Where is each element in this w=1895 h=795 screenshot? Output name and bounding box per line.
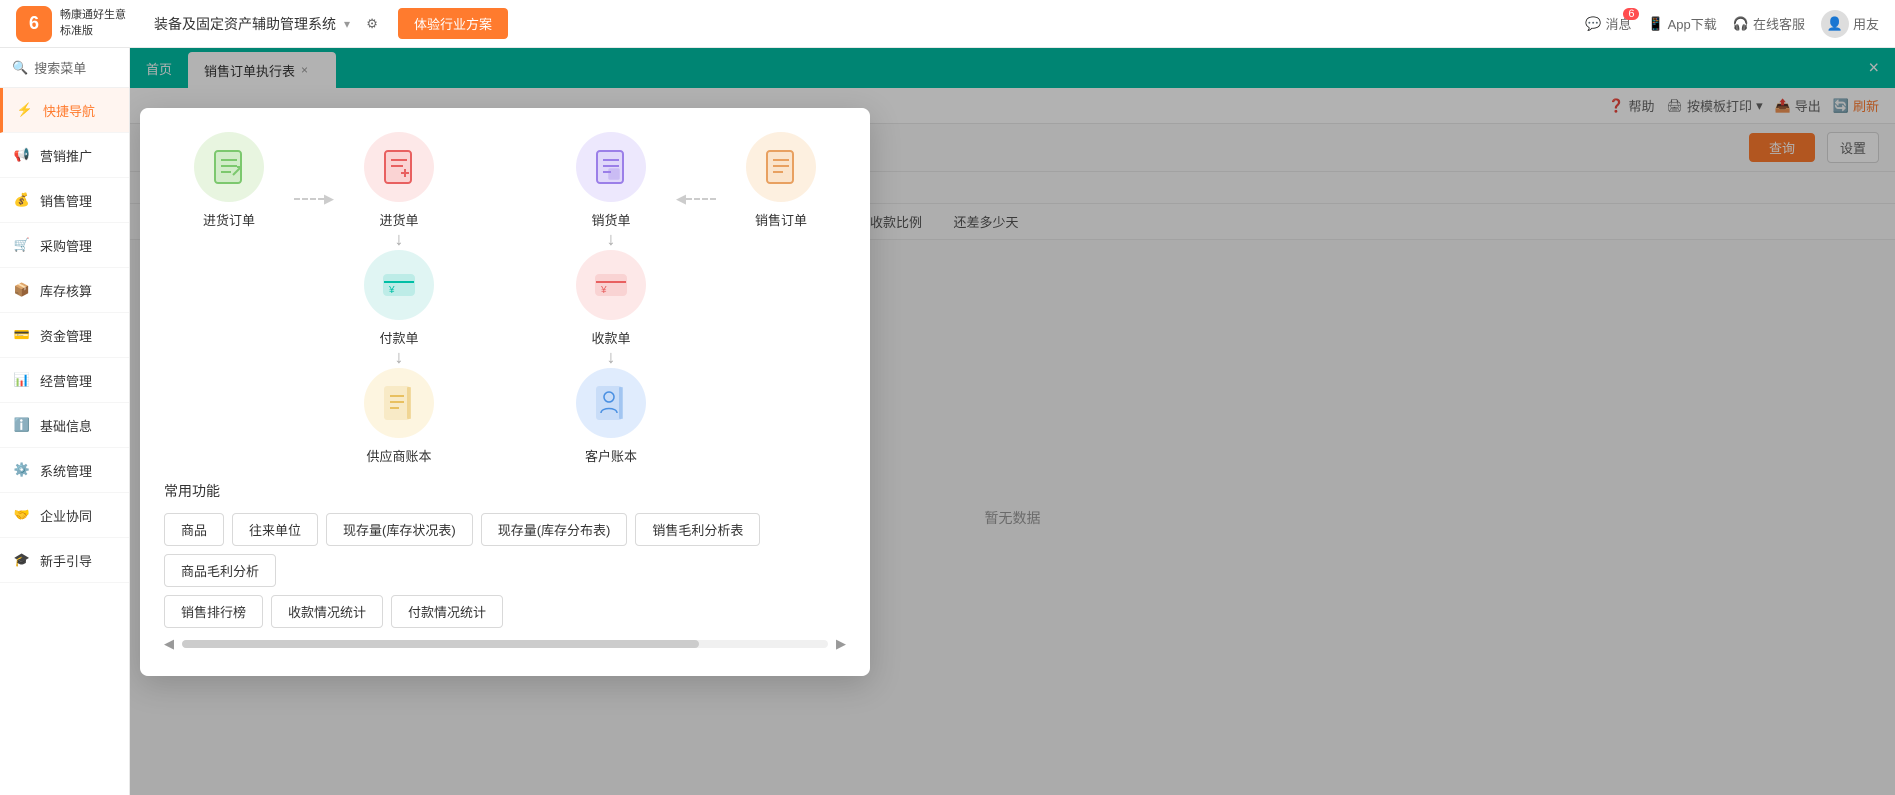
download-icon: 📱 [1647, 16, 1663, 32]
logo-icon: 6 [16, 6, 52, 42]
sidebar-item-sales[interactable]: 💰 销售管理 [0, 178, 129, 223]
flow-down-arrows-2: ↓ ↓ [164, 347, 846, 368]
dropdown-arrow-icon[interactable]: ▾ [344, 17, 350, 31]
app-download-btn[interactable]: 📱 App下载 [1647, 14, 1716, 33]
flow-payment[interactable]: ¥ 付款单 [334, 250, 464, 347]
common-btn-receipt-stats[interactable]: 收款情况统计 [271, 595, 383, 628]
settings-icon[interactable]: ⚙ [358, 10, 386, 38]
common-btn-counterpart[interactable]: 往来单位 [232, 513, 318, 546]
flow-row-1: 进货订单 ▶ 进货单 [164, 132, 846, 229]
svg-text:¥: ¥ [388, 285, 395, 296]
management-icon: 📊 [12, 370, 32, 390]
sales-order-icon [746, 132, 816, 202]
sales-bill-icon [576, 132, 646, 202]
sidebar-item-system[interactable]: ⚙️ 系统管理 [0, 448, 129, 493]
sidebar-item-finance[interactable]: 💳 资金管理 [0, 313, 129, 358]
sidebar-item-purchase[interactable]: 🛒 采购管理 [0, 223, 129, 268]
flow-down-arrows: ↓ ↓ [164, 229, 846, 250]
scroll-left-icon[interactable]: ◀ [164, 636, 174, 652]
common-btn-product[interactable]: 商品 [164, 513, 224, 546]
receipt-icon: ¥ [576, 250, 646, 320]
experience-btn[interactable]: 体验行业方案 [398, 8, 508, 39]
sidebar-item-management[interactable]: 📊 经营管理 [0, 358, 129, 403]
common-btn-stock-dist[interactable]: 现存量(库存分布表) [481, 513, 628, 546]
flow-supplier-ledger[interactable]: 供应商账本 [334, 368, 464, 465]
message-btn[interactable]: 💬 消息 6 [1585, 14, 1631, 33]
system-icon: ⚙️ [12, 460, 32, 480]
common-btn-sales-ranking[interactable]: 销售排行榜 [164, 595, 263, 628]
flow-sales-order[interactable]: 销售订单 [716, 132, 846, 229]
user-area[interactable]: 👤 用友 [1821, 10, 1879, 38]
common-btn-stock-status[interactable]: 现存量(库存状况表) [326, 513, 473, 546]
quick-nav-icon: ⚡ [15, 100, 35, 120]
dialog-scroll-row: ◀ ▶ [164, 636, 846, 652]
common-functions-section: 常用功能 商品 往来单位 现存量(库存状况表) 现存量(库存分布表) 销售毛利分… [164, 481, 846, 628]
sidebar-item-collab[interactable]: 🤝 企业协同 [0, 493, 129, 538]
flow-row-3: 供应商账本 客户账本 [164, 368, 846, 465]
sidebar-item-marketing[interactable]: 📢 营销推广 [0, 133, 129, 178]
app-container: 6 畅康通好生意 标准版 装备及固定资产辅助管理系统 ▾ ⚙ 体验行业方案 💬 … [0, 0, 1895, 795]
top-right: 💬 消息 6 📱 App下载 🎧 在线客服 👤 用友 [1585, 10, 1879, 38]
flow-row-2: ¥ 付款单 ¥ 收款单 [164, 250, 846, 347]
purchase-icon: 🛒 [12, 235, 32, 255]
search-menu[interactable]: 🔍 搜索菜单 [0, 48, 129, 88]
purchase-order-icon [194, 132, 264, 202]
common-btn-payment-stats[interactable]: 付款情况统计 [391, 595, 503, 628]
top-bar: 6 畅康通好生意 标准版 装备及固定资产辅助管理系统 ▾ ⚙ 体验行业方案 💬 … [0, 0, 1895, 48]
common-buttons-row2: 销售排行榜 收款情况统计 付款情况统计 [164, 595, 846, 628]
newbie-icon: 🎓 [12, 550, 32, 570]
avatar: 👤 [1821, 10, 1849, 38]
message-icon: 💬 [1585, 16, 1601, 32]
purchase-bill-icon [364, 132, 434, 202]
svg-text:¥: ¥ [600, 285, 607, 296]
sidebar-item-inventory[interactable]: 📦 库存核算 [0, 268, 129, 313]
logo-area: 6 畅康通好生意 标准版 [16, 6, 146, 42]
logo-text: 畅康通好生意 标准版 [60, 8, 126, 39]
quick-guide-dialog: 进货订单 ▶ 进货单 [140, 108, 870, 676]
flow-purchase-order[interactable]: 进货订单 [164, 132, 294, 229]
common-btn-product-profit[interactable]: 商品毛利分析 [164, 554, 276, 587]
sidebar-item-basic-info[interactable]: ℹ️ 基础信息 [0, 403, 129, 448]
inventory-icon: 📦 [12, 280, 32, 300]
sidebar: 🔍 搜索菜单 ⚡ 快捷导航 📢 营销推广 💰 销售管理 🛒 采购管理 📦 [0, 48, 130, 795]
overlay: 进货订单 ▶ 进货单 [130, 48, 1895, 795]
scroll-right-icon[interactable]: ▶ [836, 636, 846, 652]
sales-icon: 💰 [12, 190, 32, 210]
payment-icon: ¥ [364, 250, 434, 320]
common-btn-sales-profit[interactable]: 销售毛利分析表 [635, 513, 760, 546]
content-area: 首页 销售订单执行表 × × ❓ 帮助 🖨 按模板打印 [130, 48, 1895, 795]
finance-icon: 💳 [12, 325, 32, 345]
flow-sales-bill[interactable]: 销货单 [546, 132, 676, 229]
collab-icon: 🤝 [12, 505, 32, 525]
system-title: 装备及固定资产辅助管理系统 ▾ [154, 14, 350, 34]
sidebar-item-quick-nav[interactable]: ⚡ 快捷导航 [0, 88, 129, 133]
flow-receipt[interactable]: ¥ 收款单 [546, 250, 676, 347]
arrow-2: ◀ [676, 191, 716, 207]
supplier-ledger-icon [364, 368, 434, 438]
sidebar-item-newbie[interactable]: 🎓 新手引导 [0, 538, 129, 583]
flow-customer-ledger[interactable]: 客户账本 [546, 368, 676, 465]
service-icon: 🎧 [1733, 16, 1749, 32]
customer-ledger-icon [576, 368, 646, 438]
search-icon: 🔍 [12, 60, 28, 76]
online-service-btn[interactable]: 🎧 在线客服 [1733, 14, 1805, 33]
basic-info-icon: ℹ️ [12, 415, 32, 435]
common-buttons-container: 商品 往来单位 现存量(库存状况表) 现存量(库存分布表) 销售毛利分析表 商品… [164, 513, 846, 587]
common-functions-title: 常用功能 [164, 481, 846, 501]
flow-purchase-bill[interactable]: 进货单 [334, 132, 464, 229]
arrow-1: ▶ [294, 191, 334, 207]
main-layout: 🔍 搜索菜单 ⚡ 快捷导航 📢 营销推广 💰 销售管理 🛒 采购管理 📦 [0, 48, 1895, 795]
marketing-icon: 📢 [12, 145, 32, 165]
